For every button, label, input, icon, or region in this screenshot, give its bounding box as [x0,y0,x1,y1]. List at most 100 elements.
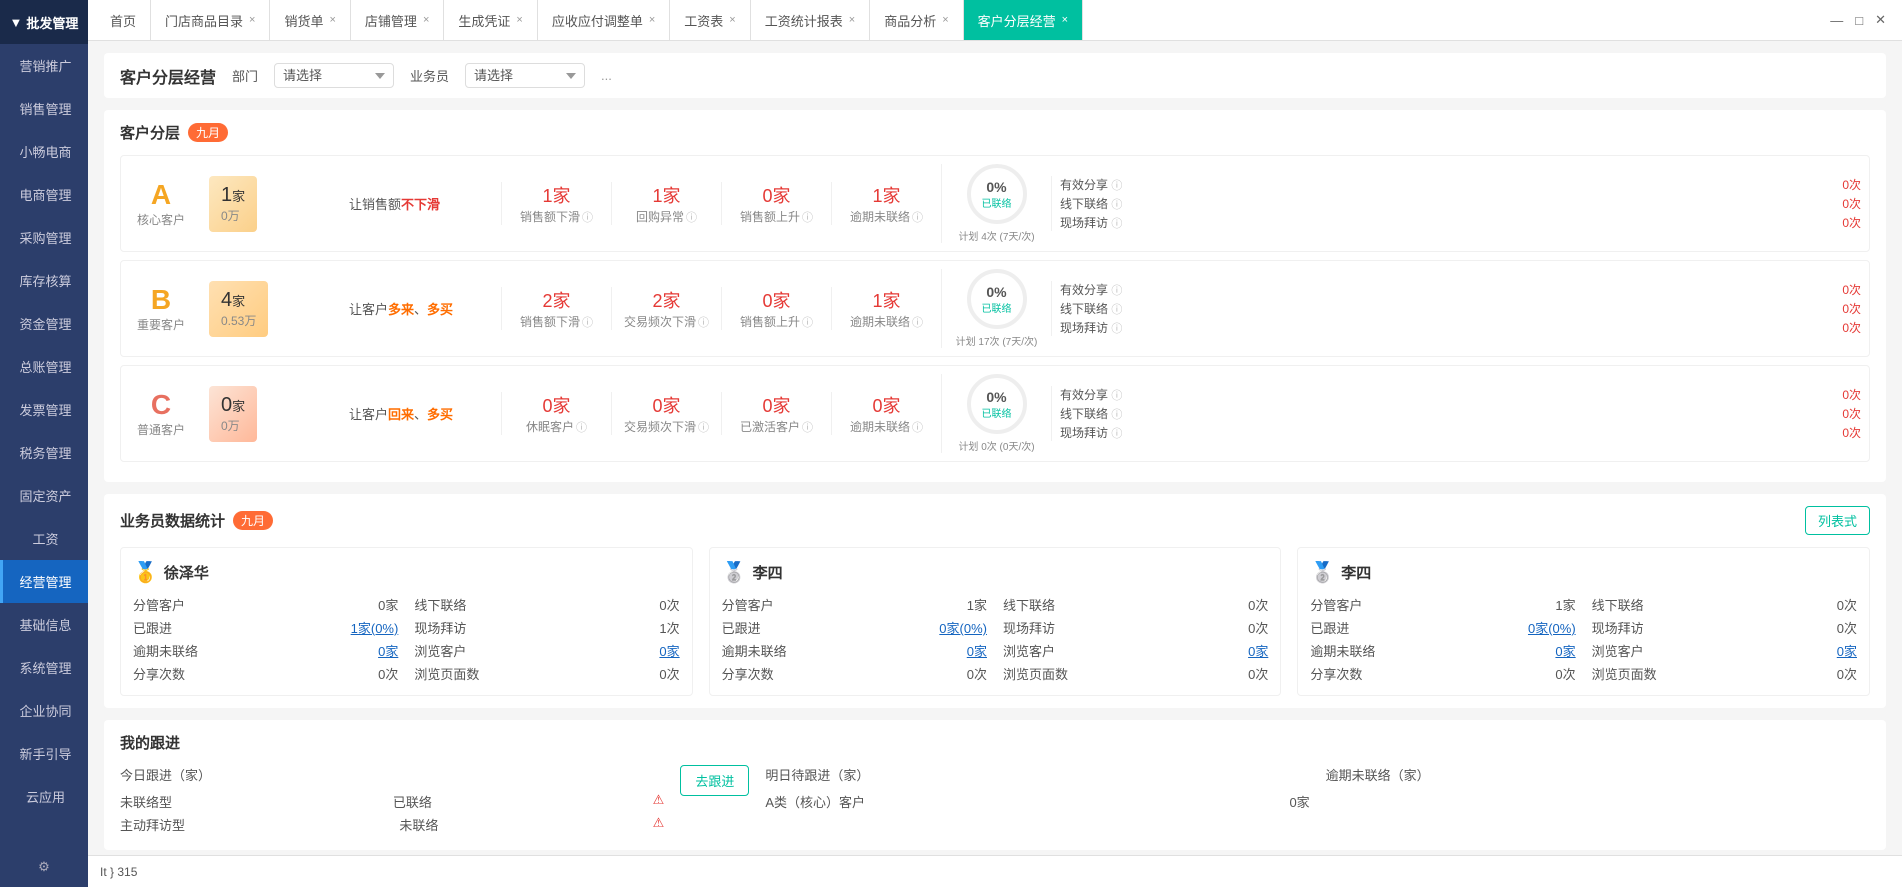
tier-suggestion-A: 让销售额不下滑 [341,194,501,213]
settings-button[interactable]: ⚙ [0,847,88,887]
followup-title: 我的跟进 [120,732,1870,753]
tab-payroll_stats[interactable]: 工资统计报表× [751,0,870,40]
sidebar-item-fapiao[interactable]: 发票管理 [0,388,88,431]
tier-count-B: 4家 0.53万 [201,277,341,341]
tab-label-home: 首页 [110,11,136,30]
staff-stats-0: 分管客户 0家 线下联络 0次 已跟进 1家(0%) 现场拜访 1次 逾期未联络… [133,595,680,683]
tab-store_goods[interactable]: 门店商品目录× [151,0,270,40]
sidebar-item-shuiwu[interactable]: 税务管理 [0,431,88,474]
sidebar-item-jingying[interactable]: 经营管理 [0,560,88,603]
staff-stat-val-1-1: 0次 [1248,595,1268,614]
tier-stat-A-2: 0家 销售额上升 ⓘ [721,182,831,225]
staff-stat-row-0-7: 浏览页面数 0次 [414,664,679,683]
staff-stat-row-1-3: 现场拜访 0次 [1003,618,1268,637]
staff-stat-val-2-0: 1家 [1555,595,1575,614]
tab-close-store_mgmt[interactable]: × [423,14,429,26]
staff-stat-val-0-7: 0次 [659,664,679,683]
page-content: 客户分层经营 部门 请选择 业务员 请选择 ... 客户分层 九月 A 核心客户 [88,41,1902,855]
sidebar-item-gongzi[interactable]: 工资 [0,517,88,560]
sidebar-item-zongzhang[interactable]: 总账管理 [0,345,88,388]
tab-goods_analysis[interactable]: 商品分析× [870,0,963,40]
tab-store_mgmt[interactable]: 店铺管理× [351,0,444,40]
sidebar-item-dianshang[interactable]: 电商管理 [0,173,88,216]
page-header: 客户分层经营 部门 请选择 业务员 请选择 ... [104,53,1886,98]
list-view-button[interactable]: 列表式 [1805,506,1870,535]
sidebar-item-kucun[interactable]: 库存核算 [0,259,88,302]
tab-close-store_goods[interactable]: × [249,14,255,26]
staff-stat-val-1-4[interactable]: 0家 [967,641,987,660]
staff-stat-row-1-7: 浏览页面数 0次 [1003,664,1268,683]
tab-customer_tier[interactable]: 客户分层经营× [964,0,1083,40]
staff-stat-val-1-6: 0次 [967,664,987,683]
staff-stat-val-2-2[interactable]: 0家(0%) [1528,618,1576,637]
main-area: 首页门店商品目录×销货单×店铺管理×生成凭证×应收应付调整单×工资表×工资统计报… [88,0,1902,887]
tier-suggestion-C: 让客户回来、多买 [341,404,501,423]
customer-tier-month: 九月 [188,123,228,142]
tier-stat-C-0: 0家 休眠客户 ⓘ [501,392,611,435]
tab-close-customer_tier[interactable]: × [1062,14,1068,26]
go-followup-button[interactable]: 去跟进 [680,765,749,796]
sidebar-item-xitong[interactable]: 系统管理 [0,646,88,689]
staff-stat-row-0-3: 现场拜访 1次 [414,618,679,637]
minimize-icon[interactable]: — [1830,13,1843,28]
close-icon[interactable]: ✕ [1875,12,1886,28]
tab-home[interactable]: 首页 [96,0,151,40]
staff-stat-val-0-4[interactable]: 0家 [378,641,398,660]
tier-circle-A: 0% 已联络 计划 4次 (7天/次) [941,164,1051,243]
staff-stat-val-2-1: 0次 [1837,595,1857,614]
staff-stat-row-2-7: 浏览页面数 0次 [1592,664,1857,683]
today-val-2: 未联络 [399,815,438,834]
sidebar-item-yingxiao[interactable]: 营销推广 [0,44,88,87]
overdue-label: 逾期未联络（家） [1326,765,1870,784]
staff-stat-row-0-1: 线下联络 0次 [414,595,679,614]
tab-ar_ap[interactable]: 应收应付调整单× [538,0,670,40]
tab-close-gen_voucher[interactable]: × [516,14,522,26]
staff-stat-val-2-5[interactable]: 0家 [1837,641,1857,660]
dept-select[interactable]: 请选择 [274,63,394,88]
tab-payroll[interactable]: 工资表× [670,0,750,40]
staff-stat-val-2-4[interactable]: 0家 [1555,641,1575,660]
bottom-bar: It } 315 [88,855,1902,887]
staff-name-0: 🥇 徐泽华 [133,560,680,585]
maximize-icon[interactable]: □ [1855,13,1863,28]
tier-label-C: C 普通客户 [121,385,201,442]
staff-stat-val-0-0: 0家 [378,595,398,614]
sidebar-item-xiaodian[interactable]: 小畅电商 [0,130,88,173]
tab-close-payroll[interactable]: × [729,14,735,26]
tab-gen_voucher[interactable]: 生成凭证× [444,0,537,40]
staff-stat-row-1-1: 线下联络 0次 [1003,595,1268,614]
sidebar-item-caigou[interactable]: 采购管理 [0,216,88,259]
medal-icon-1: 🥈 [722,560,747,585]
tab-close-goods_analysis[interactable]: × [942,14,948,26]
staff-select[interactable]: 请选择 [465,63,585,88]
sidebar-item-gudingzichan[interactable]: 固定资产 [0,474,88,517]
staff-stat-row-2-4: 逾期未联络 0家 [1310,641,1575,660]
filter-dots[interactable]: ... [601,68,612,83]
tier-stat-C-3: 0家 逾期未联络 ⓘ [831,392,941,435]
tier-stat-A-3: 1家 逾期未联络 ⓘ [831,182,941,225]
sidebar-item-xiaoshou[interactable]: 销售管理 [0,87,88,130]
tab-close-sales_order[interactable]: × [329,14,335,26]
staff-stat-val-1-5[interactable]: 0家 [1248,641,1268,660]
tab-close-payroll_stats[interactable]: × [849,14,855,26]
sidebar-item-yun[interactable]: 云应用 [0,775,88,818]
staff-stat-val-0-1: 0次 [659,595,679,614]
sidebar-item-jichu[interactable]: 基础信息 [0,603,88,646]
tab-close-ar_ap[interactable]: × [649,14,655,26]
staff-card-1: 🥈 李四 分管客户 1家 线下联络 0次 已跟进 0家(0%) 现场拜访 0次 … [709,547,1282,696]
staff-name-label-1: 李四 [753,562,783,583]
staff-stat-val-1-2[interactable]: 0家(0%) [939,618,987,637]
sidebar-item-zijin[interactable]: 资金管理 [0,302,88,345]
tier-suggestion-B: 让客户多来、多买 [341,299,501,318]
tier-row-b: B 重要客户 4家 0.53万 让客户多来、多买 2家 销售额下滑 ⓘ 2家 交… [120,260,1870,357]
staff-stat-val-0-5[interactable]: 0家 [659,641,679,660]
tab-sales_order[interactable]: 销货单× [270,0,350,40]
staff-stat-val-1-3: 0次 [1248,618,1268,637]
staff-stats-1: 分管客户 1家 线下联络 0次 已跟进 0家(0%) 现场拜访 0次 逾期未联络… [722,595,1269,683]
sidebar-item-xinshou[interactable]: 新手引导 [0,732,88,775]
sidebar-top[interactable]: ▼ 批发管理 [0,0,88,44]
staff-stat-val-0-2[interactable]: 1家(0%) [351,618,399,637]
customer-tier-section: 客户分层 九月 A 核心客户 1家 0万 让销售额不下滑 1家 销售额下滑 ⓘ … [104,110,1886,482]
staff-name-1: 🥈 李四 [722,560,1269,585]
sidebar-item-qiye[interactable]: 企业协同 [0,689,88,732]
